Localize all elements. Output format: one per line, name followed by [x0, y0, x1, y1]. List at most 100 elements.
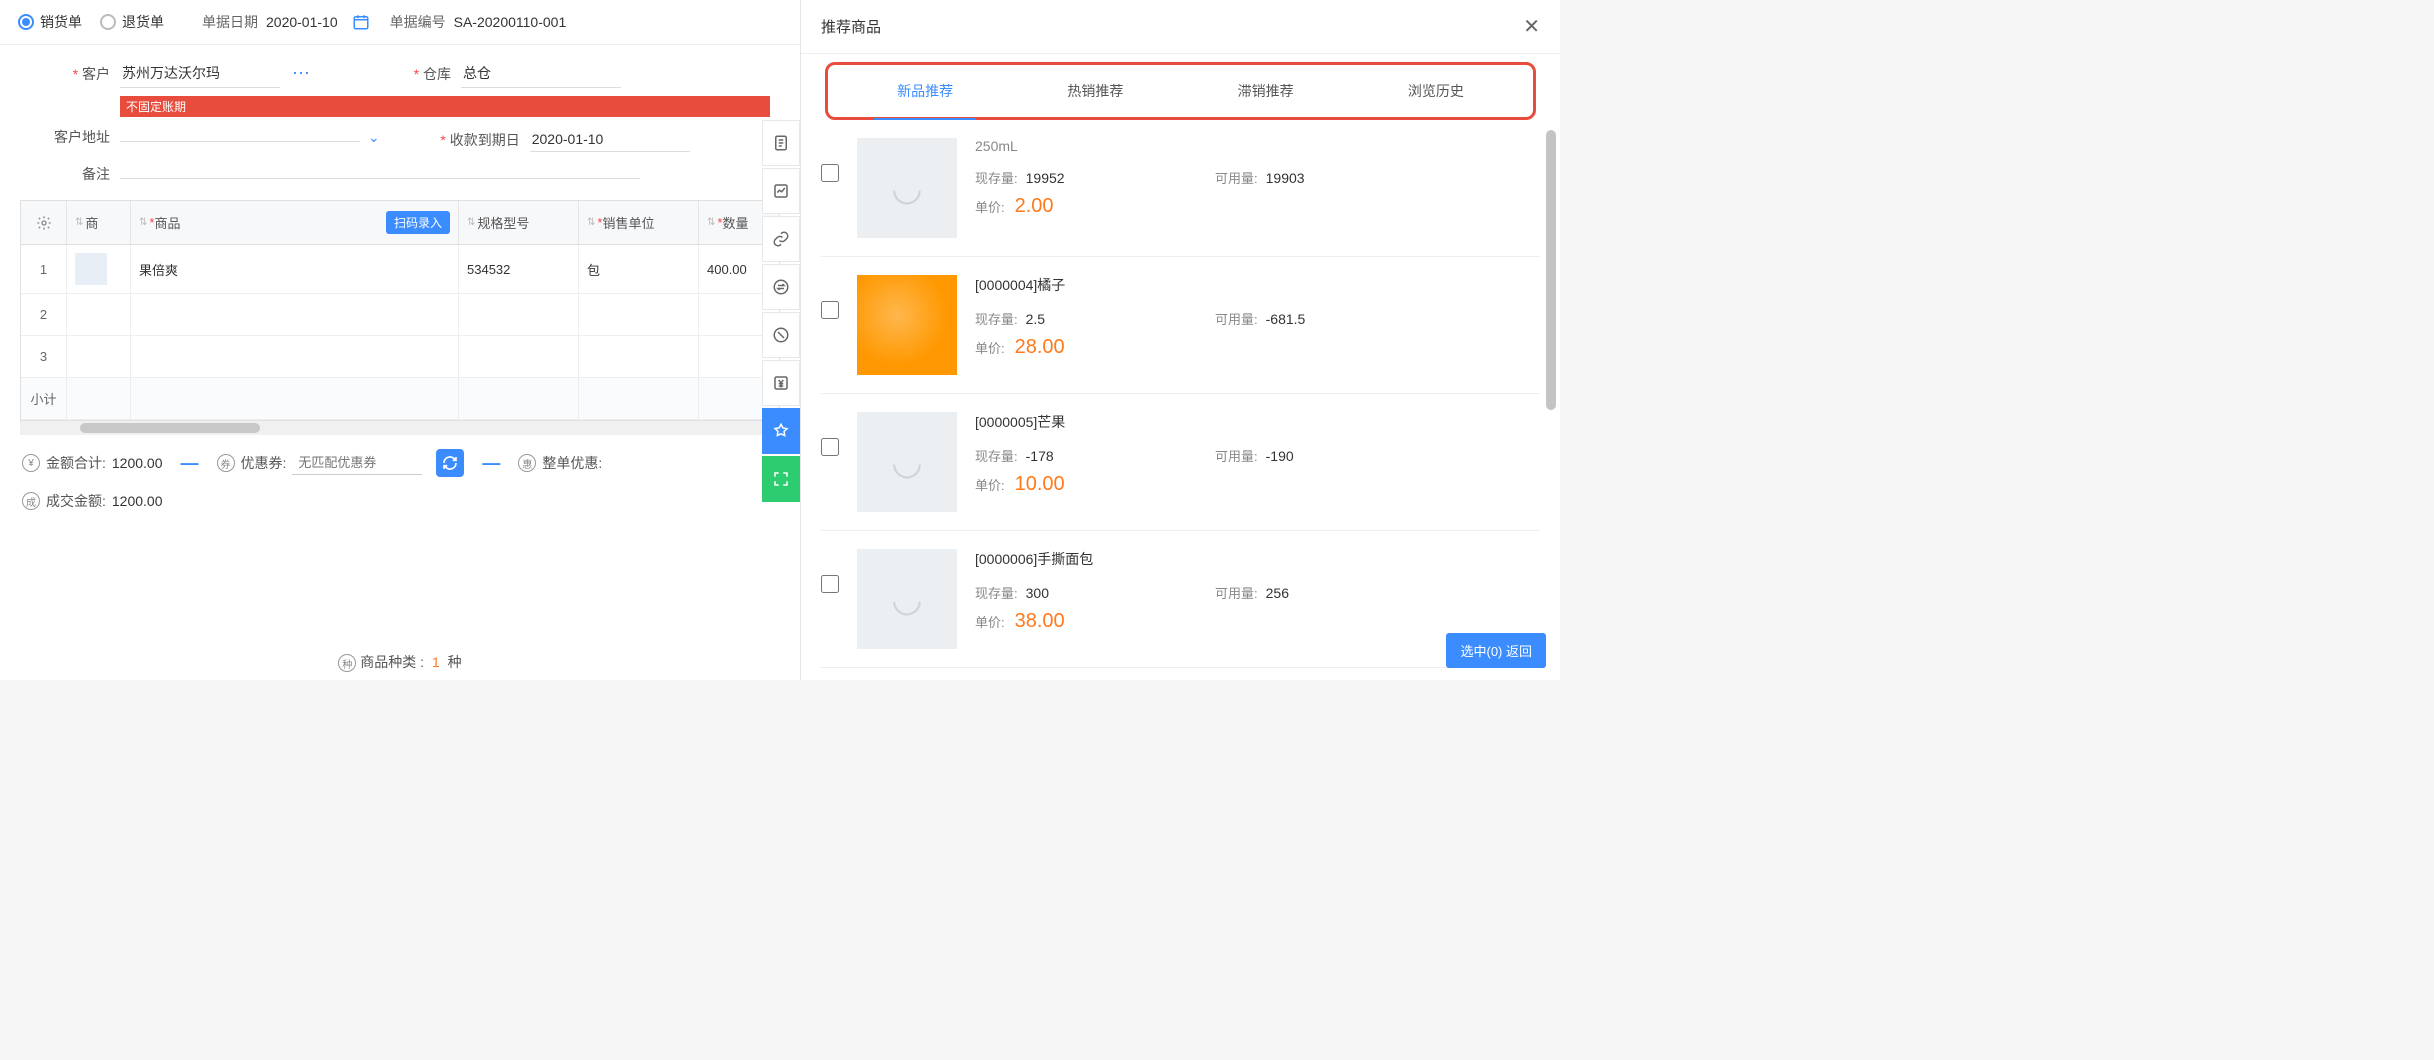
- rail-swap-button[interactable]: [762, 264, 800, 310]
- credit-badge: 不固定账期: [120, 96, 770, 117]
- rec-checkbox[interactable]: [821, 438, 839, 456]
- col-header-img[interactable]: ⇅商: [67, 201, 131, 244]
- stock-label: 现存量:: [975, 168, 1018, 187]
- radio-return-label: 退货单: [122, 12, 164, 32]
- close-icon[interactable]: ✕: [1523, 14, 1540, 39]
- rec-checkbox[interactable]: [821, 164, 839, 182]
- select-return-button[interactable]: 选中(0) 返回: [1446, 633, 1546, 668]
- addr-value[interactable]: [120, 133, 360, 142]
- kinds-unit: 种: [448, 654, 462, 670]
- avail-label: 可用量:: [1215, 309, 1258, 328]
- col-header-product[interactable]: ⇅*商品 扫码录入: [131, 201, 459, 244]
- customer-value[interactable]: 苏州万达沃尔玛: [120, 59, 280, 88]
- doc-date-value[interactable]: 2020-01-10: [266, 14, 338, 30]
- row-index: 2: [21, 294, 67, 335]
- stock-value: 300: [1026, 585, 1049, 601]
- refresh-icon: [442, 455, 458, 471]
- horizontal-scrollbar[interactable]: [20, 421, 780, 435]
- minus-icon: —: [181, 453, 199, 474]
- deal-label: 成交金额:: [46, 491, 106, 511]
- rail-chart-button[interactable]: [762, 168, 800, 214]
- rec-thumb: ◡: [857, 138, 957, 238]
- remark-value[interactable]: [120, 170, 640, 179]
- tab-history[interactable]: 浏览历史: [1351, 73, 1521, 109]
- rail-doc-button[interactable]: [762, 120, 800, 166]
- kinds-value: 1: [432, 654, 440, 670]
- remark-label: 备注: [30, 164, 110, 184]
- refresh-button[interactable]: [436, 449, 464, 477]
- col-header-spec[interactable]: ⇅规格型号: [459, 201, 579, 244]
- table-row[interactable]: 2: [21, 294, 779, 336]
- radio-dot-icon: [100, 14, 116, 30]
- stock-value: 19952: [1026, 170, 1065, 186]
- recommend-item[interactable]: [0000004]橘子 现存量:2.5 可用量:-681.5 单价:28.00: [821, 257, 1540, 394]
- recommend-item[interactable]: ◡ 250mL 现存量:19952 可用量:19903 单价:2.00: [821, 120, 1540, 257]
- avail-value: -681.5: [1266, 311, 1306, 327]
- warehouse-value[interactable]: 总仓: [461, 59, 621, 88]
- row-index: 3: [21, 336, 67, 377]
- void-icon: [772, 326, 790, 344]
- amount-value: 1200.00: [112, 455, 163, 471]
- tab-new[interactable]: 新品推荐: [840, 73, 1010, 109]
- rec-name: [0000005]芒果: [975, 412, 1540, 432]
- recommend-item[interactable]: ◡ [0000005]芒果 现存量:-178 可用量:-190 单价:10.00: [821, 394, 1540, 531]
- chevron-down-icon[interactable]: ⌄: [368, 129, 380, 146]
- customer-label: 客户: [82, 66, 110, 82]
- addr-label: 客户地址: [30, 127, 110, 147]
- kinds-label: 商品种类 :: [360, 654, 424, 670]
- subtotal-label: 小计: [21, 378, 67, 419]
- currency-icon: [772, 374, 790, 392]
- radio-dot-icon: [18, 14, 34, 30]
- table-row[interactable]: 1 果倍爽 534532 包 400.00: [21, 245, 779, 294]
- vertical-scrollbar[interactable]: [1546, 130, 1556, 410]
- coupon-input[interactable]: [292, 451, 422, 475]
- scan-input-button[interactable]: 扫码录入: [386, 211, 450, 234]
- rail-link-button[interactable]: [762, 216, 800, 262]
- deal-value: 1200.00: [112, 493, 163, 509]
- grid-settings-button[interactable]: [21, 201, 67, 244]
- gear-icon: [36, 215, 52, 231]
- stock-label: 现存量:: [975, 309, 1018, 328]
- coupon-icon: 券: [217, 454, 235, 472]
- rec-checkbox[interactable]: [821, 575, 839, 593]
- rail-void-button[interactable]: [762, 312, 800, 358]
- table-row[interactable]: 3: [21, 336, 779, 378]
- due-label: 收款到期日: [450, 132, 520, 148]
- expand-icon: [772, 470, 790, 488]
- rail-star-button[interactable]: [762, 408, 800, 454]
- rec-thumb: ◡: [857, 549, 957, 649]
- cell-product[interactable]: 果倍爽: [131, 245, 459, 293]
- tab-hot[interactable]: 热销推荐: [1010, 73, 1180, 109]
- rec-thumb: ◡: [857, 412, 957, 512]
- avail-value: 256: [1266, 585, 1289, 601]
- stock-label: 现存量:: [975, 583, 1018, 602]
- price-value: 38.00: [1015, 610, 1065, 633]
- rec-checkbox[interactable]: [821, 301, 839, 319]
- doc-icon: [772, 134, 790, 152]
- calendar-icon[interactable]: [352, 13, 370, 31]
- rail-currency-button[interactable]: [762, 360, 800, 406]
- recommend-title: 推荐商品: [821, 16, 881, 37]
- avail-label: 可用量:: [1215, 583, 1258, 602]
- due-value[interactable]: 2020-01-10: [530, 127, 690, 152]
- radio-sale[interactable]: 销货单: [18, 12, 82, 32]
- chart-icon: [772, 182, 790, 200]
- rec-name: [0000006]手撕面包: [975, 549, 1540, 569]
- warehouse-label: 仓库: [423, 66, 451, 82]
- radio-return[interactable]: 退货单: [100, 12, 164, 32]
- cell-unit[interactable]: 包: [579, 245, 699, 293]
- col-header-unit[interactable]: ⇅*销售单位: [579, 201, 699, 244]
- avail-label: 可用量:: [1215, 446, 1258, 465]
- recommend-item[interactable]: ◡ [0000006]手撕面包 现存量:300 可用量:256 单价:38.00: [821, 531, 1540, 668]
- stock-value: -178: [1026, 448, 1054, 464]
- rail-expand-button[interactable]: [762, 456, 800, 502]
- product-thumb: [75, 253, 107, 285]
- doc-no-value: SA-20200110-001: [454, 14, 567, 30]
- tab-slow[interactable]: 滞销推荐: [1181, 73, 1351, 109]
- coupon-label: 优惠券:: [241, 453, 287, 473]
- cell-spec[interactable]: 534532: [459, 245, 579, 293]
- customer-lookup-icon[interactable]: ⋯: [292, 63, 311, 84]
- stock-label: 现存量:: [975, 446, 1018, 465]
- star-icon: [772, 422, 790, 440]
- recommend-tabs: 新品推荐 热销推荐 滞销推荐 浏览历史: [825, 62, 1536, 120]
